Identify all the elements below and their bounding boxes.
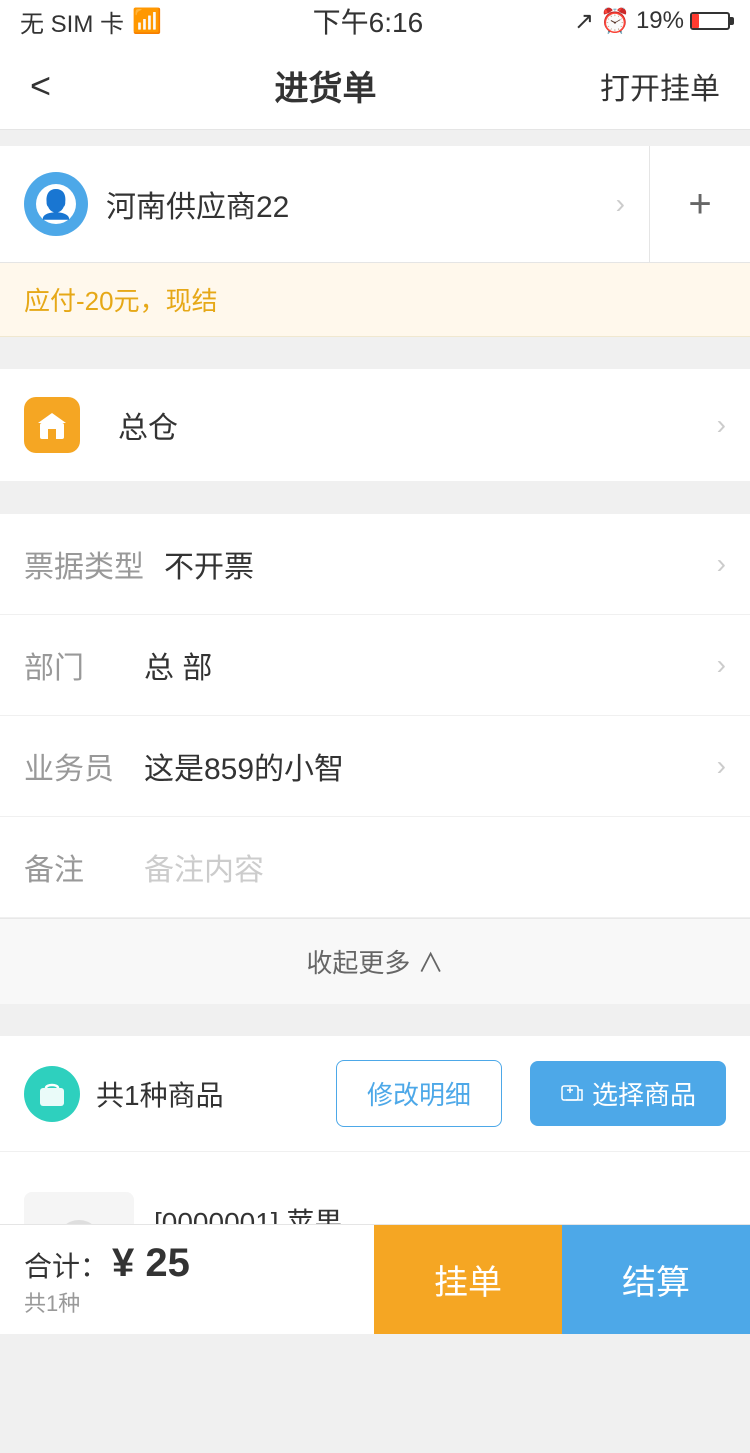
salesperson-row[interactable]: 业务员 这是859的小智 › — [0, 716, 750, 817]
form-card: 票据类型 不开票 › 部门 总 部 › 业务员 这是859的小智 › 备注 备注… — [0, 514, 750, 1004]
select-products-label: 选择商品 — [592, 1075, 696, 1112]
wifi-icon: 📶 — [132, 7, 162, 36]
remark-row[interactable]: 备注 备注内容 — [0, 817, 750, 918]
supplier-chevron-icon: › — [616, 188, 625, 220]
warehouse-name: 总仓 — [118, 403, 717, 447]
department-label: 部门 — [24, 643, 124, 687]
status-right: ↗ ⏰ 19% — [574, 7, 730, 36]
products-count: 共1种商品 — [96, 1074, 320, 1114]
open-pending-button[interactable]: 打开挂单 — [600, 64, 720, 108]
supplier-name: 河南供应商22 — [106, 182, 598, 226]
remark-placeholder: 备注内容 — [144, 845, 726, 889]
avatar-inner: 👤 — [36, 184, 76, 224]
section-divider-1 — [0, 130, 750, 146]
salesperson-label: 业务员 — [24, 744, 124, 788]
select-products-icon — [560, 1082, 584, 1106]
department-chevron-icon: › — [717, 649, 726, 681]
battery-icon — [690, 12, 730, 30]
section-divider-3 — [0, 498, 750, 514]
collapse-toggle[interactable]: 收起更多 ∧ — [0, 918, 750, 1004]
page-title: 进货单 — [275, 61, 377, 110]
supplier-main-row[interactable]: 👤 河南供应商22 › — [0, 146, 650, 262]
status-left: 无 SIM 卡 📶 — [20, 4, 162, 39]
department-value: 总 部 — [144, 643, 717, 687]
bottom-spacer — [0, 1343, 750, 1453]
edit-details-button[interactable]: 修改明细 — [336, 1060, 502, 1127]
supplier-section: 👤 河南供应商22 › + — [0, 146, 750, 263]
carrier-text: 无 SIM 卡 — [20, 4, 124, 39]
alarm-icon: ⏰ — [600, 7, 630, 36]
person-icon: 👤 — [39, 188, 74, 221]
section-divider-2 — [0, 353, 750, 369]
warehouse-row[interactable]: 总仓 › — [0, 369, 750, 482]
remark-label: 备注 — [24, 845, 124, 889]
warning-banner: 应付-20元，现结 — [0, 263, 750, 337]
invoice-label: 票据类型 — [24, 542, 144, 586]
hang-order-button[interactable]: 挂单 — [374, 1225, 562, 1334]
status-time: 下午6:16 — [313, 1, 424, 41]
total-sub: 共1种 — [24, 1286, 350, 1318]
total-section: 合计： ¥ 25 共1种 — [0, 1225, 374, 1334]
total-label: 合计： — [24, 1245, 108, 1285]
warehouse-left: 总仓 — [24, 397, 717, 453]
section-divider-4 — [0, 1020, 750, 1036]
salesperson-chevron-icon: › — [717, 750, 726, 782]
checkout-button[interactable]: 结算 — [562, 1225, 750, 1334]
nav-bar: < 进货单 打开挂单 — [0, 42, 750, 130]
invoice-row[interactable]: 票据类型 不开票 › — [0, 514, 750, 615]
supplier-card: 👤 河南供应商22 › + 应付-20元，现结 — [0, 146, 750, 337]
warehouse-chevron-icon: › — [717, 409, 726, 441]
bottom-bar: 合计： ¥ 25 共1种 挂单 结算 — [0, 1224, 750, 1334]
status-bar: 无 SIM 卡 📶 下午6:16 ↗ ⏰ 19% — [0, 0, 750, 42]
products-icon — [24, 1066, 80, 1122]
salesperson-value: 这是859的小智 — [144, 744, 717, 788]
invoice-chevron-icon: › — [717, 548, 726, 580]
supplier-avatar: 👤 — [24, 172, 88, 236]
invoice-value: 不开票 — [164, 542, 717, 586]
products-header: 共1种商品 修改明细 选择商品 — [0, 1036, 750, 1152]
battery-text: 19% — [636, 7, 684, 35]
department-row[interactable]: 部门 总 部 › — [0, 615, 750, 716]
select-products-button[interactable]: 选择商品 — [530, 1061, 726, 1126]
warehouse-card: 总仓 › — [0, 369, 750, 482]
total-amount: ¥ 25 — [112, 1241, 190, 1286]
location-icon: ↗ — [574, 7, 594, 36]
back-button[interactable]: < — [30, 65, 51, 107]
supplier-add-button[interactable]: + — [650, 146, 750, 262]
warehouse-icon — [24, 397, 80, 453]
